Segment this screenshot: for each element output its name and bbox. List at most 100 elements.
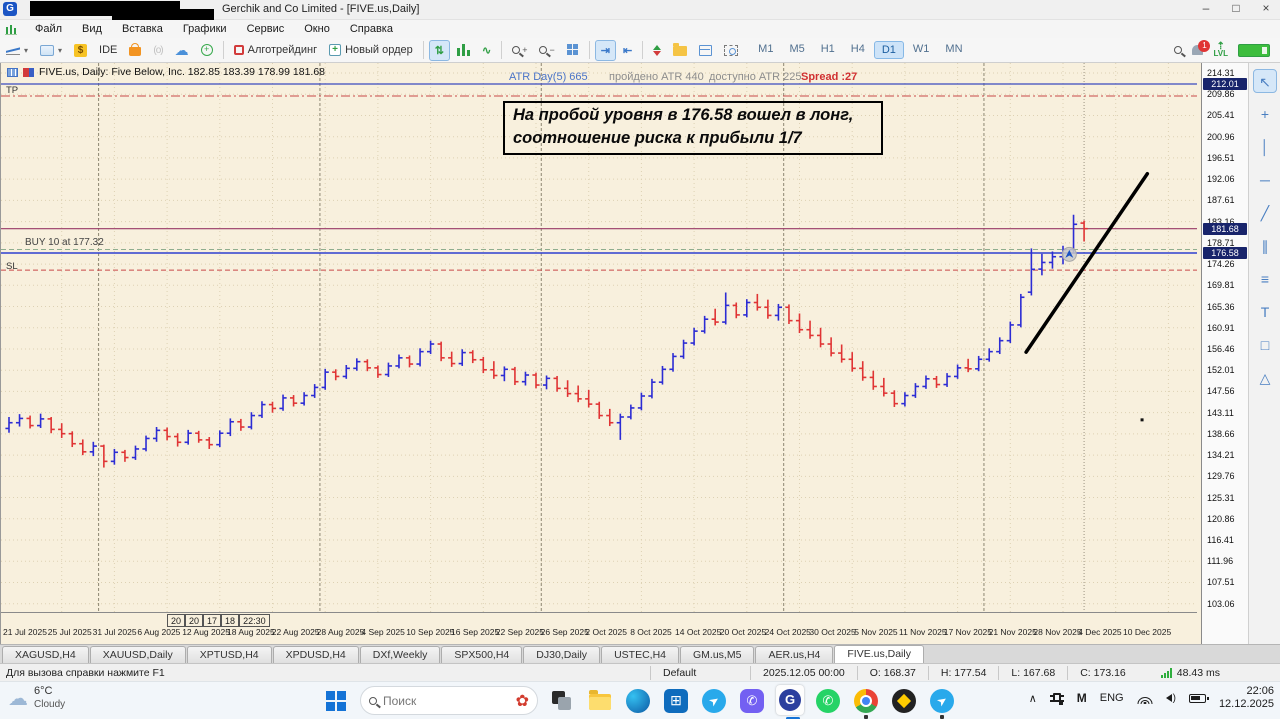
chart-tab-USTEC-H4[interactable]: USTEC,H4: [601, 646, 679, 663]
notification-bell-icon[interactable]: 1: [1192, 40, 1211, 55]
search-icon[interactable]: [1174, 46, 1183, 54]
arrows-button[interactable]: [648, 40, 666, 61]
file-explorer-button[interactable]: [586, 687, 614, 715]
chrome-icon: [854, 688, 878, 713]
battery-icon[interactable]: [1188, 693, 1209, 703]
fibonacci-tool-icon[interactable]: ≡: [1253, 267, 1277, 291]
vertical-line-tool-icon[interactable]: │: [1253, 135, 1277, 159]
chart-tab-SPX500-H4[interactable]: SPX500,H4: [441, 646, 523, 663]
bar-chart-mode-button[interactable]: ⇅: [428, 39, 450, 61]
maximize-button[interactable]: □: [1228, 1, 1244, 15]
menu-item-0[interactable]: Файл: [25, 21, 72, 37]
profile-name[interactable]: Default: [650, 665, 750, 680]
auto-scroll-button[interactable]: ⇤: [618, 40, 637, 61]
search-input[interactable]: [383, 693, 488, 708]
algo-trading-button[interactable]: Алготрейдинг: [229, 40, 322, 61]
profiles-button[interactable]: ▾: [35, 40, 67, 61]
edge-button[interactable]: [624, 687, 652, 715]
date-label: 8 Oct 2025: [630, 627, 672, 637]
whatsapp-button[interactable]: ✆: [814, 687, 842, 715]
menu-item-4[interactable]: Сервис: [237, 21, 295, 37]
chart-type-button[interactable]: ▾: [1, 40, 33, 61]
text-tool-icon[interactable]: T: [1253, 300, 1277, 324]
menu-item-1[interactable]: Вид: [72, 21, 112, 37]
depth-of-market-icon[interactable]: [23, 67, 34, 77]
drawing-tools-strip: ↖ + │ ─ ╱ ∥ ≡ T □ △: [1248, 63, 1280, 644]
timeframe-M1[interactable]: M1: [751, 41, 780, 59]
price-tick: 138.66: [1207, 428, 1235, 439]
telegram-2-button[interactable]: ➤: [928, 687, 956, 719]
lvl-indicator-icon[interactable]: ⇡ LVL: [1213, 42, 1228, 58]
layout-button[interactable]: [694, 40, 717, 61]
clock[interactable]: 22:06 12.12.2025: [1219, 685, 1274, 711]
chart-tab-XPTUSD-H4[interactable]: XPTUSD,H4: [186, 646, 272, 663]
market-button[interactable]: [124, 40, 146, 61]
date-label: 16 Sep 2025: [451, 627, 500, 637]
one-click-trading-icon[interactable]: [7, 67, 18, 77]
timeframe-MN[interactable]: MN: [938, 41, 969, 59]
task-view-button[interactable]: [548, 687, 576, 715]
anchor-box: 18: [221, 614, 240, 627]
quick-settings-icon[interactable]: [1049, 692, 1064, 704]
menu-item-2[interactable]: Вставка: [112, 21, 173, 37]
menu-item-3[interactable]: Графики: [173, 21, 237, 37]
chart-tab-XAGUSD-H4[interactable]: XAGUSD,H4: [2, 646, 89, 663]
new-order-button[interactable]: + Новый ордер: [324, 40, 418, 61]
cloud-button[interactable]: ☁: [170, 40, 194, 61]
shapes-tool-icon[interactable]: △: [1253, 366, 1277, 390]
menu-item-5[interactable]: Окно: [294, 21, 340, 37]
gerchik-terminal-button[interactable]: G: [776, 685, 804, 719]
price-tick: 165.36: [1207, 301, 1235, 312]
crosshair-tool-icon[interactable]: +: [1253, 102, 1277, 126]
screenshot-button[interactable]: [719, 40, 743, 61]
chart-tab-FIVE-us-Daily[interactable]: FIVE.us,Daily: [834, 645, 924, 663]
deposit-button[interactable]: $: [69, 40, 92, 61]
cursor-tool-icon[interactable]: ↖: [1253, 69, 1277, 93]
timeframe-W1[interactable]: W1: [906, 41, 937, 59]
timeframe-D1[interactable]: D1: [873, 41, 904, 59]
chart-tab-XPDUSD-H4[interactable]: XPDUSD,H4: [272, 646, 359, 663]
chart-tab-XAUUSD-Daily[interactable]: XAUUSD,Daily: [89, 646, 186, 663]
horizontal-line-tool-icon[interactable]: ─: [1253, 168, 1277, 192]
microsoft-store-button[interactable]: ⊞: [662, 687, 690, 715]
weather-widget[interactable]: ☁ 6°C Cloudy: [8, 685, 65, 711]
community-button[interactable]: +: [196, 40, 218, 61]
price-tick: 120.86: [1207, 513, 1235, 524]
tile-windows-button[interactable]: [562, 40, 584, 61]
timeframe-H4[interactable]: H4: [844, 41, 872, 59]
trendline-tool-icon[interactable]: ╱: [1253, 201, 1277, 225]
chart-tab-DXf-Weekly[interactable]: DXf,Weekly: [359, 646, 441, 663]
candle-chart-mode-button[interactable]: [452, 40, 475, 61]
volume-icon[interactable]: ): [1165, 693, 1176, 704]
timeframe-M5[interactable]: M5: [782, 41, 811, 59]
ide-button[interactable]: IDE: [94, 40, 122, 61]
chrome-button[interactable]: [852, 687, 880, 719]
hidden-icons-chevron[interactable]: ∧: [1029, 692, 1037, 705]
date-label: 2 Oct 2025: [585, 627, 627, 637]
rectangle-tool-icon[interactable]: □: [1253, 333, 1277, 357]
chart-shift-button[interactable]: ⇥: [594, 39, 616, 61]
channel-tool-icon[interactable]: ∥: [1253, 234, 1277, 258]
antivirus-button[interactable]: [890, 687, 918, 715]
chart-tab-GM-us-M5[interactable]: GM.us,M5: [680, 646, 755, 663]
minimize-button[interactable]: –: [1198, 1, 1214, 15]
line-chart-mode-button[interactable]: ∿: [477, 40, 496, 61]
start-button[interactable]: [322, 687, 350, 715]
zoom-out-button[interactable]: −: [534, 40, 559, 61]
menu-item-6[interactable]: Справка: [340, 21, 403, 37]
language-indicator[interactable]: ENG: [1100, 692, 1124, 704]
timeframe-H1[interactable]: H1: [814, 41, 842, 59]
taskbar-search[interactable]: ✿: [360, 686, 538, 715]
close-button[interactable]: ×: [1258, 1, 1274, 15]
viber-button[interactable]: ✆: [738, 687, 766, 715]
metatrader-tray-icon[interactable]: M: [1077, 691, 1087, 705]
date-axis[interactable]: 21 Jul 2025 25 Jul 2025 31 Jul 2025 6 Aug 2…: [1, 627, 1201, 643]
open-folder-button[interactable]: [668, 40, 692, 61]
price-scale[interactable]: 214.31 209.86 205.41 200.96 196.51 192.06 187.…: [1201, 63, 1248, 644]
signals-button[interactable]: (ο): [148, 40, 167, 61]
telegram-button[interactable]: ➤: [700, 687, 728, 715]
wifi-icon[interactable]: [1137, 693, 1153, 704]
chart-tab-AER-us-H4[interactable]: AER.us,H4: [755, 646, 834, 663]
chart-tab-DJ30-Daily[interactable]: DJ30,Daily: [523, 646, 601, 663]
zoom-in-button[interactable]: +: [507, 40, 532, 61]
